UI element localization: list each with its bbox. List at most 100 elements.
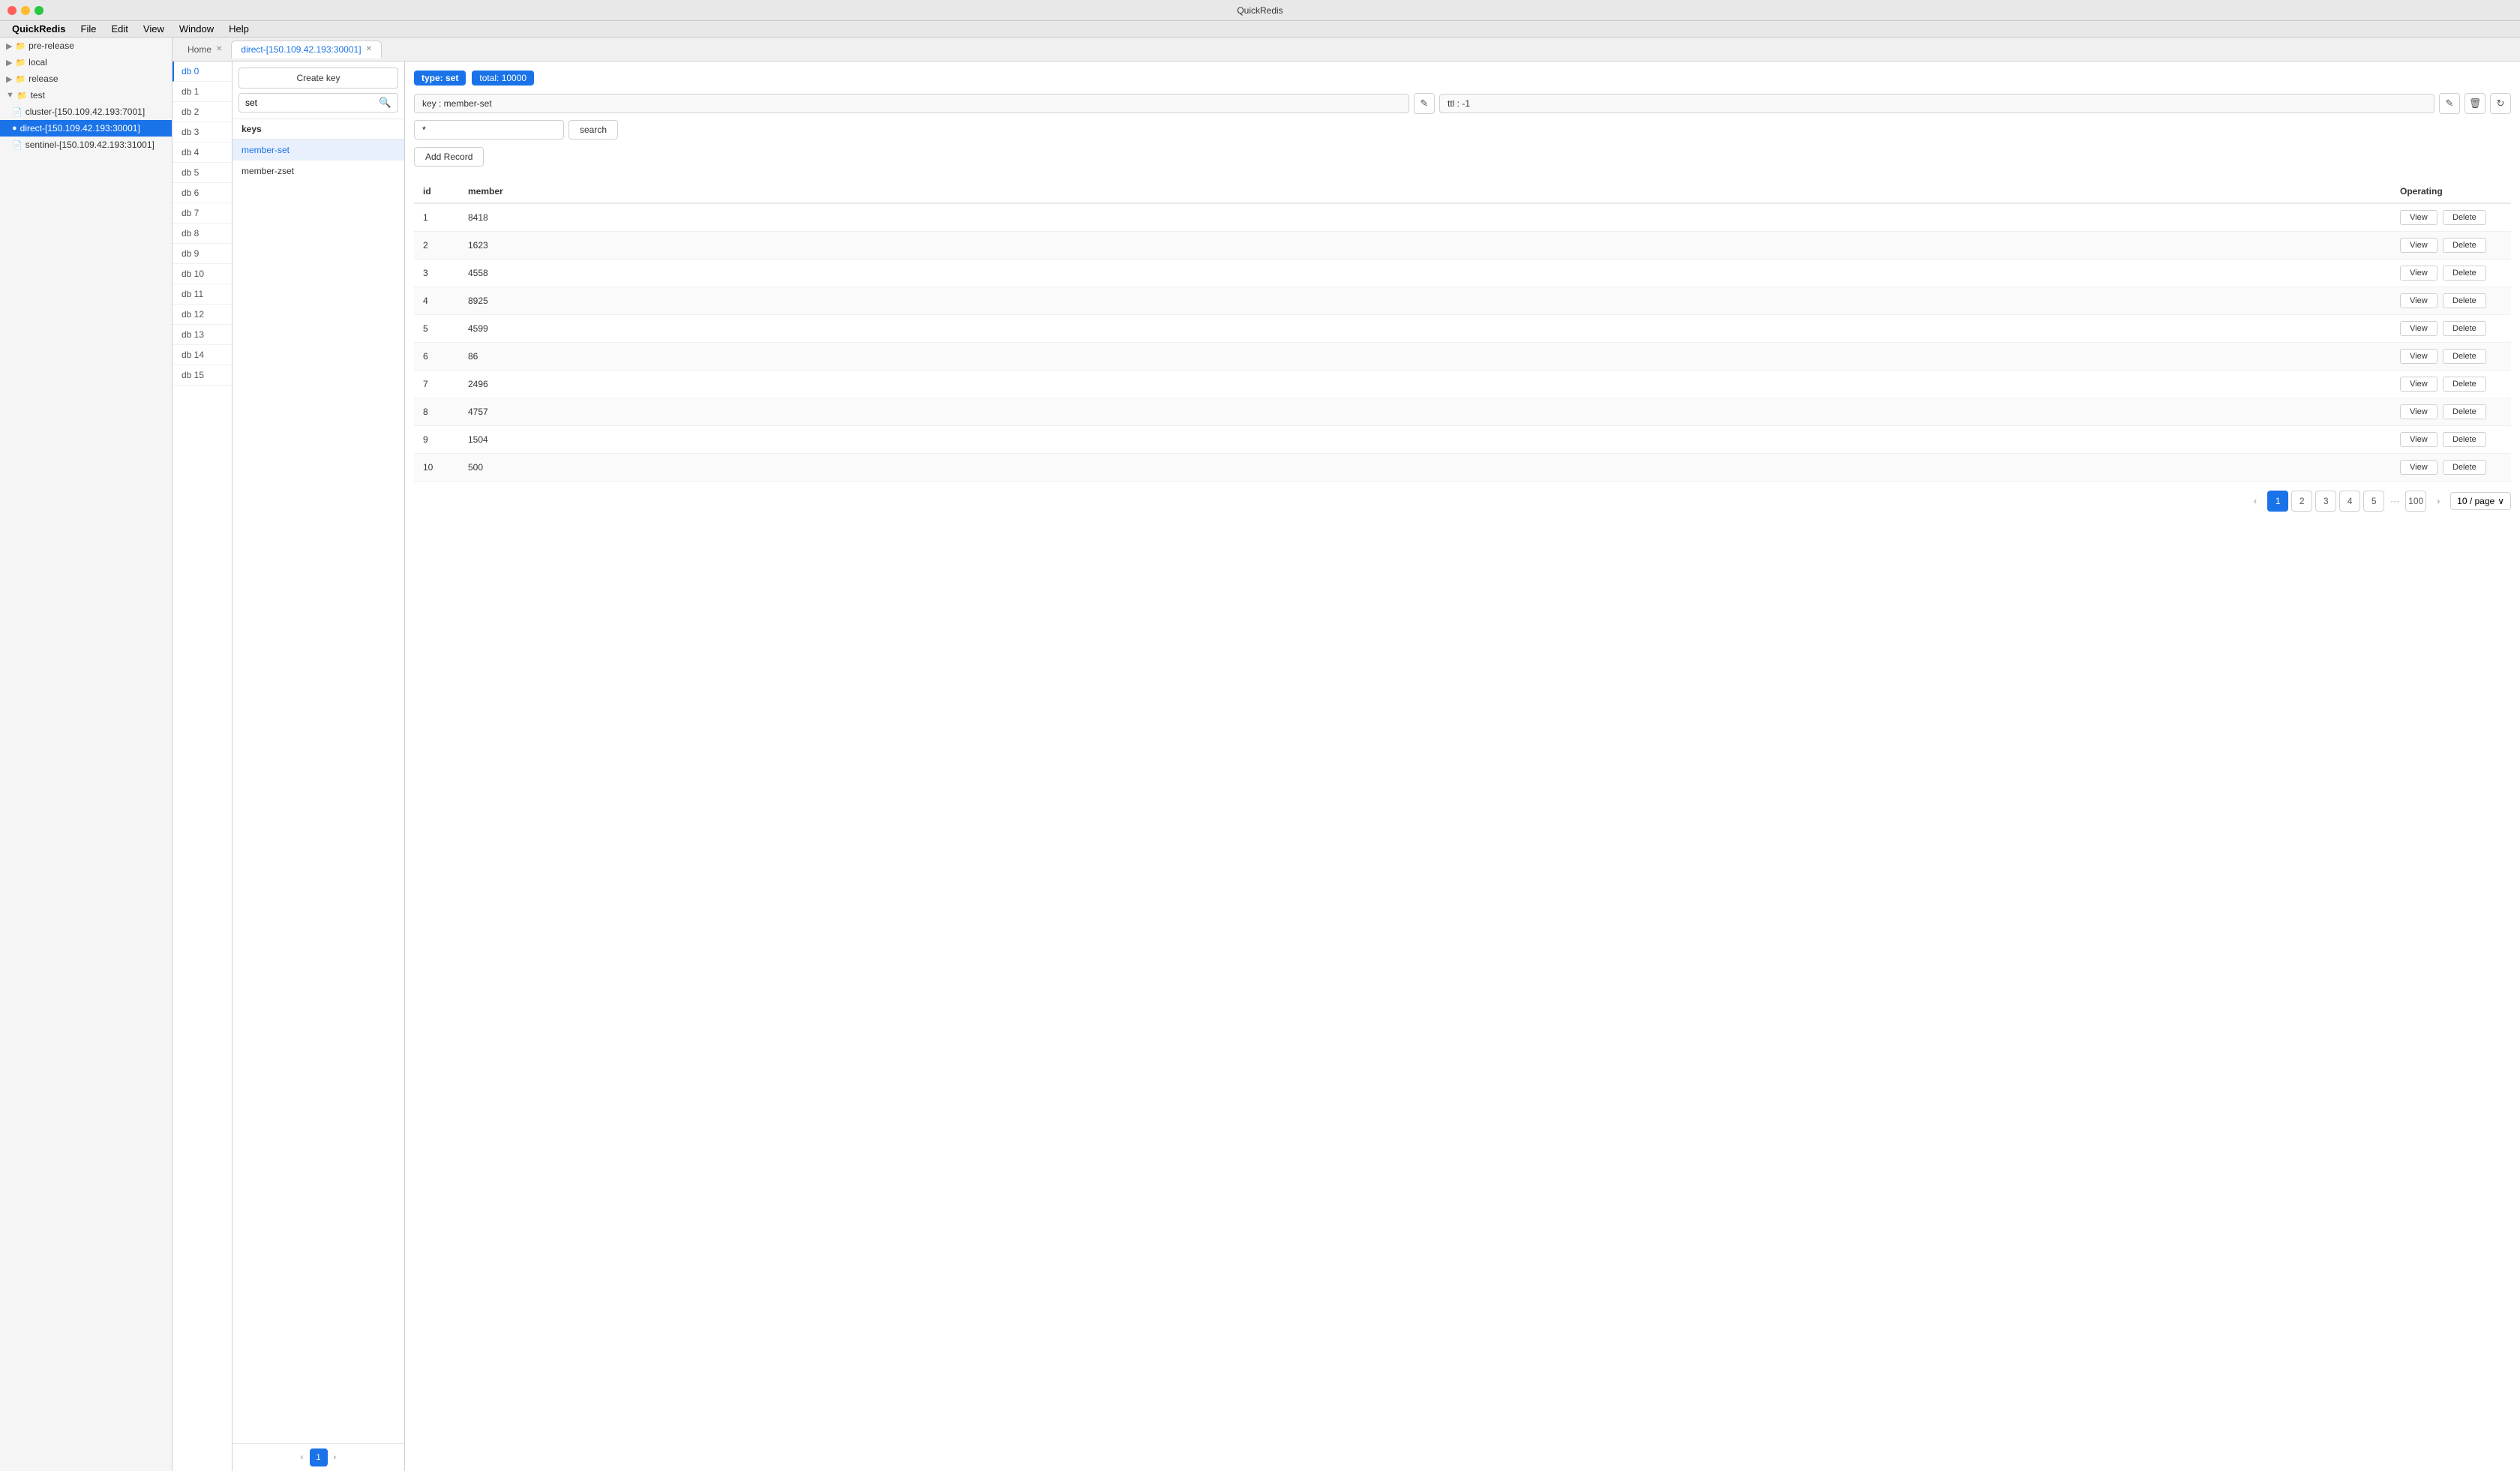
view-button[interactable]: View xyxy=(2400,238,2438,253)
db-item-7[interactable]: db 7 xyxy=(172,203,232,224)
sidebar-item-release[interactable]: ▶ 📁 release xyxy=(0,71,172,87)
add-record-button[interactable]: Add Record xyxy=(414,147,484,167)
sidebar-item-label: direct-[150.109.42.193:30001] xyxy=(20,123,140,134)
sidebar-item-test[interactable]: ▼ 📁 test xyxy=(0,87,172,104)
member-search-input[interactable] xyxy=(414,120,564,140)
db-label: db 4 xyxy=(182,147,199,158)
delete-row-button[interactable]: Delete xyxy=(2443,210,2486,225)
next-page-button[interactable]: › xyxy=(2429,491,2447,512)
view-button[interactable]: View xyxy=(2400,432,2438,447)
key-name-input[interactable] xyxy=(414,94,1409,113)
db-item-11[interactable]: db 11 xyxy=(172,284,232,305)
delete-row-button[interactable]: Delete xyxy=(2443,404,2486,419)
db-item-6[interactable]: db 6 xyxy=(172,183,232,203)
page-btn-2[interactable]: 2 xyxy=(2291,491,2312,512)
db-item-2[interactable]: db 2 xyxy=(172,102,232,122)
db-item-9[interactable]: db 9 xyxy=(172,244,232,264)
key-item-member-zset[interactable]: member-zset xyxy=(232,161,404,182)
db-label: db 1 xyxy=(182,86,199,97)
menu-view[interactable]: View xyxy=(137,22,170,36)
db-item-13[interactable]: db 13 xyxy=(172,325,232,345)
edit-key-name-button[interactable]: ✎ xyxy=(1414,93,1435,114)
menu-app[interactable]: QuickRedis xyxy=(6,22,72,36)
delete-row-button[interactable]: Delete xyxy=(2443,432,2486,447)
view-button[interactable]: View xyxy=(2400,293,2438,308)
maximize-traffic-light[interactable] xyxy=(34,6,44,15)
keys-search-button[interactable]: 🔍 xyxy=(373,94,398,112)
db-item-4[interactable]: db 4 xyxy=(172,143,232,163)
delete-row-button[interactable]: Delete xyxy=(2443,266,2486,281)
page-btn-1[interactable]: 1 xyxy=(2267,491,2288,512)
tab-home[interactable]: Home ✕ xyxy=(178,41,231,58)
cell-operating: View Delete xyxy=(2391,260,2511,287)
menubar: QuickRedis File Edit View Window Help xyxy=(0,21,2520,38)
db-item-12[interactable]: db 12 xyxy=(172,305,232,325)
chevron-down-icon: ∨ xyxy=(2498,496,2504,506)
close-traffic-light[interactable] xyxy=(8,6,16,15)
db-item-0[interactable]: db 0 xyxy=(172,62,232,82)
view-button[interactable]: View xyxy=(2400,321,2438,336)
delete-row-button[interactable]: Delete xyxy=(2443,377,2486,392)
db-item-3[interactable]: db 3 xyxy=(172,122,232,143)
delete-row-button[interactable]: Delete xyxy=(2443,238,2486,253)
db-item-14[interactable]: db 14 xyxy=(172,345,232,365)
keys-search-input[interactable] xyxy=(239,95,373,111)
minimize-traffic-light[interactable] xyxy=(21,6,30,15)
table-row: 10 500 View Delete xyxy=(414,454,2511,482)
cell-operating: View Delete xyxy=(2391,371,2511,398)
page-btn-3[interactable]: 3 xyxy=(2315,491,2336,512)
ttl-input[interactable] xyxy=(1439,94,2434,113)
sidebar-item-label: pre-release xyxy=(28,41,74,51)
keys-header: Create key 🔍 xyxy=(232,62,404,119)
tab-close-direct[interactable]: ✕ xyxy=(366,45,372,53)
db-item-8[interactable]: db 8 xyxy=(172,224,232,244)
menu-edit[interactable]: Edit xyxy=(105,22,134,36)
view-button[interactable]: View xyxy=(2400,404,2438,419)
page-btn-4[interactable]: 4 xyxy=(2339,491,2360,512)
menu-window[interactable]: Window xyxy=(173,22,220,36)
create-key-button[interactable]: Create key xyxy=(238,68,398,89)
view-button[interactable]: View xyxy=(2400,266,2438,281)
sidebar-item-pre-release[interactable]: ▶ 📁 pre-release xyxy=(0,38,172,54)
keys-prev-page[interactable]: ‹ xyxy=(295,1448,310,1466)
view-button[interactable]: View xyxy=(2400,460,2438,475)
delete-row-button[interactable]: Delete xyxy=(2443,321,2486,336)
view-button[interactable]: View xyxy=(2400,210,2438,225)
sidebar-item-local[interactable]: ▶ 📁 local xyxy=(0,54,172,71)
sidebar-item-direct[interactable]: ● direct-[150.109.42.193:30001] xyxy=(0,120,172,137)
table-row: 8 4757 View Delete xyxy=(414,398,2511,426)
db-label: db 6 xyxy=(182,188,199,198)
tab-close-home[interactable]: ✕ xyxy=(216,45,222,53)
connected-icon: ● xyxy=(12,124,17,133)
db-item-5[interactable]: db 5 xyxy=(172,163,232,183)
refresh-button[interactable]: ↻ xyxy=(2490,93,2511,114)
folder-icon: 📁 xyxy=(15,58,26,68)
view-button[interactable]: View xyxy=(2400,377,2438,392)
db-item-10[interactable]: db 10 xyxy=(172,264,232,284)
edit-ttl-button[interactable]: ✎ xyxy=(2439,93,2460,114)
prev-page-button[interactable]: ‹ xyxy=(2246,491,2264,512)
keys-page-1[interactable]: 1 xyxy=(310,1448,328,1466)
table-row: 2 1623 View Delete xyxy=(414,232,2511,260)
page-btn-5[interactable]: 5 xyxy=(2363,491,2384,512)
db-item-1[interactable]: db 1 xyxy=(172,82,232,102)
file-icon: 📄 xyxy=(12,140,22,150)
keys-next-page[interactable]: › xyxy=(328,1448,343,1466)
delete-row-button[interactable]: Delete xyxy=(2443,293,2486,308)
per-page-select[interactable]: 10 / page ∨ xyxy=(2450,492,2511,510)
delete-row-button[interactable]: Delete xyxy=(2443,349,2486,364)
db-item-15[interactable]: db 15 xyxy=(172,365,232,386)
folder-icon: 📁 xyxy=(15,74,26,84)
page-btn-last[interactable]: 100 xyxy=(2405,491,2426,512)
tab-direct[interactable]: direct-[150.109.42.193:30001] ✕ xyxy=(231,41,382,59)
key-item-member-set[interactable]: member-set xyxy=(232,140,404,161)
menu-help[interactable]: Help xyxy=(223,22,255,36)
delete-row-button[interactable]: Delete xyxy=(2443,460,2486,475)
sidebar-item-cluster[interactable]: 📄 cluster-[150.109.42.193:7001] xyxy=(0,104,172,120)
sidebar-item-sentinel[interactable]: 📄 sentinel-[150.109.42.193:31001] xyxy=(0,137,172,153)
view-button[interactable]: View xyxy=(2400,349,2438,364)
menu-file[interactable]: File xyxy=(75,22,103,36)
delete-key-button[interactable]: 🗑 xyxy=(2464,93,2486,114)
member-search-button[interactable]: search xyxy=(568,120,618,140)
pagination-row: ‹ 1 2 3 4 5 ··· xyxy=(414,491,2511,512)
